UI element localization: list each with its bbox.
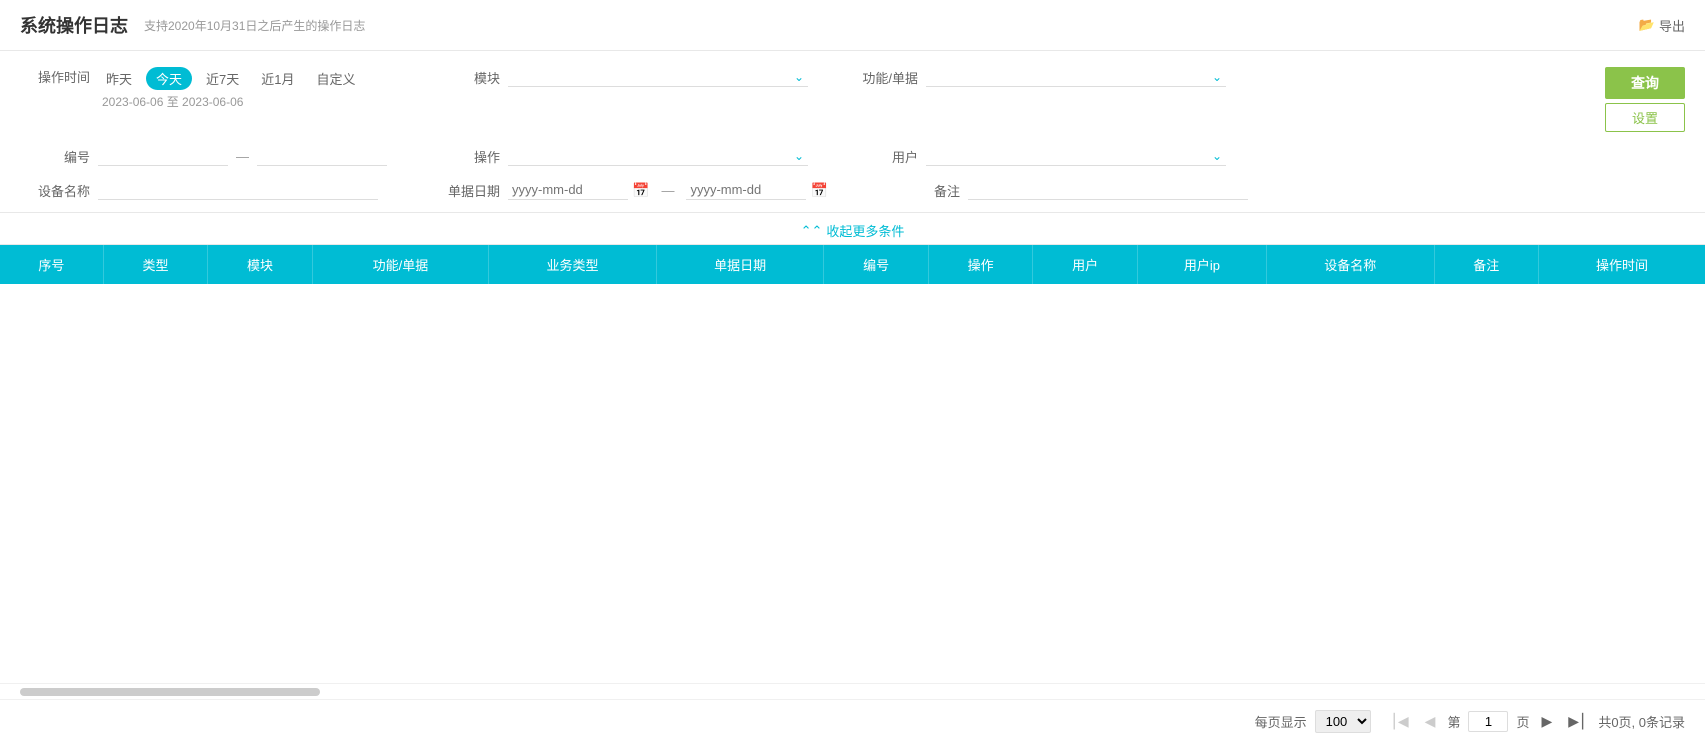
calendar-to-icon[interactable]: 📅	[810, 182, 827, 199]
col-date: 单据日期	[656, 245, 824, 284]
number-label: 编号	[20, 147, 90, 166]
pagination-bar: 每页显示 50 100 200 ⎮◀ ◀ 第 页 ▶ ▶⎮ 共0页, 0条记录	[0, 699, 1705, 743]
user-select[interactable]	[926, 146, 1226, 165]
last-page-button[interactable]: ▶⎮	[1564, 711, 1590, 732]
col-function: 功能/单据	[312, 245, 488, 284]
time-btn-7days[interactable]: 近7天	[198, 67, 247, 90]
time-btn-1month[interactable]: 近1月	[253, 67, 302, 90]
export-button[interactable]: 📂 导出	[1639, 16, 1685, 35]
operation-label: 操作	[430, 147, 500, 166]
col-operation: 操作	[928, 245, 1032, 284]
voucher-date-label: 单据日期	[430, 181, 500, 200]
page-text: 第	[1447, 712, 1460, 731]
module-select[interactable]	[508, 67, 808, 86]
time-range: 2023-06-06 至 2023-06-06	[102, 93, 364, 110]
time-btn-yesterday[interactable]: 昨天	[98, 67, 140, 90]
function-select[interactable]	[926, 67, 1226, 86]
page-number-input[interactable]	[1468, 711, 1508, 732]
page-title: 系统操作日志	[20, 12, 128, 38]
prev-page-button[interactable]: ◀	[1421, 711, 1440, 732]
time-btn-today[interactable]: 今天	[146, 67, 192, 90]
next-page-button[interactable]: ▶	[1537, 711, 1556, 732]
page-size-label: 每页显示	[1255, 712, 1307, 731]
time-label: 操作时间	[20, 67, 90, 86]
function-label: 功能/单据	[848, 68, 918, 87]
date-to-input[interactable]	[686, 180, 806, 200]
user-label: 用户	[848, 147, 918, 166]
remark-label: 备注	[890, 181, 960, 200]
col-userip: 用户ip	[1137, 245, 1266, 284]
number-from-input[interactable]	[98, 146, 228, 166]
page-size-select[interactable]: 50 100 200	[1315, 710, 1371, 733]
remark-input[interactable]	[968, 180, 1248, 200]
page-subtitle: 支持2020年10月31日之后产生的操作日志	[144, 17, 365, 34]
scrollbar-thumb[interactable]	[20, 688, 320, 696]
col-user: 用户	[1033, 245, 1137, 284]
device-input[interactable]	[98, 180, 378, 200]
col-seqno: 序号	[0, 245, 103, 284]
col-optime: 操作时间	[1539, 245, 1705, 284]
operation-select[interactable]	[508, 146, 808, 165]
total-info: 共0页, 0条记录	[1598, 712, 1685, 731]
col-module: 模块	[208, 245, 312, 284]
collapse-up-icon: ⌃⌃	[801, 223, 823, 239]
settings-button[interactable]: 设置	[1605, 103, 1685, 132]
first-page-button[interactable]: ⎮◀	[1387, 711, 1413, 732]
number-separator: —	[236, 149, 249, 164]
date-separator: —	[661, 183, 674, 198]
module-label: 模块	[430, 68, 500, 87]
table-container: 序号 类型 模块 功能/单据 业务类型 单据日期 编号 操作 用户 用户ip 设…	[0, 245, 1705, 683]
calendar-from-icon[interactable]: 📅	[632, 182, 649, 199]
export-icon: 📂	[1639, 17, 1655, 33]
collapse-row: ⌃⌃ 收起更多条件	[0, 213, 1705, 245]
scrollbar-area[interactable]	[0, 683, 1705, 699]
device-label: 设备名称	[20, 181, 90, 200]
table-header-row: 序号 类型 模块 功能/单据 业务类型 单据日期 编号 操作 用户 用户ip 设…	[0, 245, 1705, 284]
col-number: 编号	[824, 245, 928, 284]
collapse-button[interactable]: ⌃⌃ 收起更多条件	[801, 221, 905, 240]
col-device: 设备名称	[1266, 245, 1434, 284]
col-biztype: 业务类型	[489, 245, 657, 284]
data-table: 序号 类型 模块 功能/单据 业务类型 单据日期 编号 操作 用户 用户ip 设…	[0, 245, 1705, 284]
empty-area	[0, 284, 1705, 634]
query-button[interactable]: 查询	[1605, 67, 1685, 99]
number-to-input[interactable]	[257, 146, 387, 166]
col-remark: 备注	[1434, 245, 1538, 284]
time-btn-custom[interactable]: 自定义	[309, 67, 364, 90]
page-label: 页	[1516, 712, 1529, 731]
date-from-input[interactable]	[508, 180, 628, 200]
col-type: 类型	[103, 245, 207, 284]
